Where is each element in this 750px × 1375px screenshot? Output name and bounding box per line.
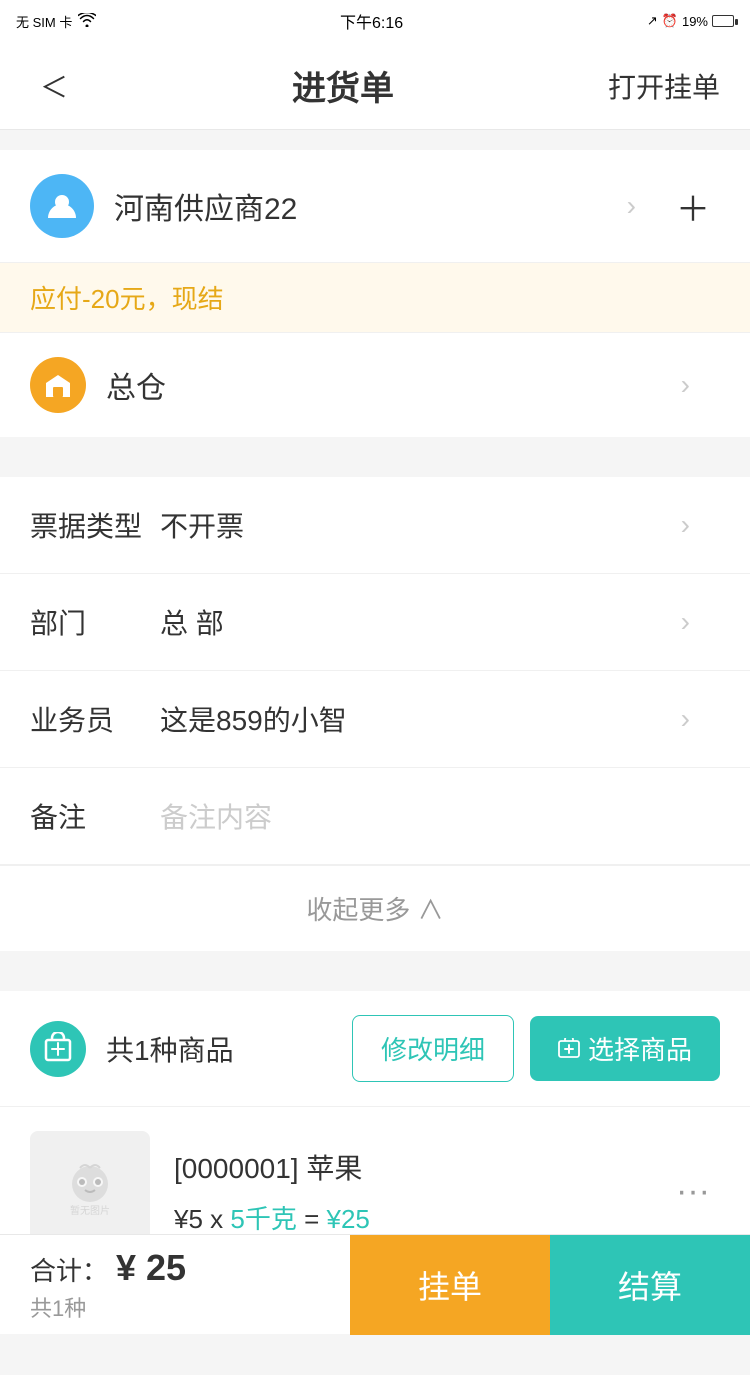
- status-bar: 无 SIM 卡 下午6:16 ↗ ⏰ 19%: [0, 0, 750, 42]
- supplier-chevron-icon: ›: [627, 190, 636, 222]
- hang-button[interactable]: 挂单: [350, 1235, 550, 1335]
- total-amount: ¥ 25: [116, 1247, 186, 1289]
- remark-row[interactable]: 备注 备注内容: [0, 768, 750, 865]
- svg-text:暂无图片: 暂无图片: [70, 1204, 110, 1217]
- supplier-section: 河南供应商22 › ＋ 应付-20元，现结 总仓 ›: [0, 150, 750, 437]
- alarm-icon: ⏰: [662, 13, 678, 29]
- form-section: 票据类型 不开票 › 部门 总 部 › 业务员 这是859的小智 › 备注 备注…: [0, 477, 750, 951]
- total-label: 合计：: [30, 1251, 108, 1288]
- checkout-button[interactable]: 结算: [550, 1235, 750, 1335]
- page-title: 进货单: [292, 61, 394, 110]
- page-content: 河南供应商22 › ＋ 应付-20元，现结 总仓 › 票据类型 不开票 › 部门…: [0, 130, 750, 1375]
- product-count-icon: [30, 1021, 86, 1077]
- total-count: 共1种: [30, 1291, 320, 1323]
- product-thumbnail: 暂无图片: [30, 1131, 150, 1251]
- section-gap-2: [0, 437, 750, 457]
- product-count-text: 共1种商品: [106, 1029, 352, 1069]
- location-icon: ↗: [647, 13, 658, 29]
- section-gap-1: [0, 130, 750, 150]
- total-line: 合计： ¥ 25: [30, 1247, 320, 1289]
- sales-value: 这是859的小智: [150, 699, 681, 739]
- nav-bar: ＜ 进货单 打开挂单: [0, 42, 750, 130]
- remark-label: 备注: [30, 796, 150, 836]
- warehouse-icon: [30, 357, 86, 413]
- sales-label: 业务员: [30, 699, 150, 739]
- product-unit-price: ¥5: [174, 1204, 203, 1234]
- sim-status: 无 SIM 卡: [16, 12, 72, 31]
- bottom-total: 合计： ¥ 25 共1种: [0, 1247, 350, 1323]
- product-header: 共1种商品 修改明细 选择商品: [0, 991, 750, 1107]
- dept-row[interactable]: 部门 总 部 ›: [0, 574, 750, 671]
- battery-percent: 19%: [682, 14, 708, 29]
- back-button[interactable]: ＜: [30, 56, 78, 116]
- invoice-value: 不开票: [150, 505, 681, 545]
- product-equals: =: [304, 1204, 326, 1234]
- sales-row[interactable]: 业务员 这是859的小智 ›: [0, 671, 750, 768]
- supplier-notice: 应付-20元，现结: [0, 263, 750, 332]
- product-section: 共1种商品 修改明细 选择商品: [0, 991, 750, 1275]
- wifi-icon: [78, 13, 96, 30]
- remark-input[interactable]: 备注内容: [150, 796, 720, 836]
- supplier-avatar: [30, 174, 94, 238]
- dept-chevron-icon: ›: [681, 606, 690, 638]
- add-button[interactable]: ＋: [666, 178, 720, 235]
- warehouse-name: 总仓: [106, 363, 681, 407]
- product-code: [0000001]: [174, 1153, 299, 1184]
- supplier-row[interactable]: 河南供应商22 › ＋: [0, 150, 750, 263]
- product-title: 苹果: [306, 1153, 362, 1184]
- warehouse-chevron-icon: ›: [681, 369, 690, 401]
- open-hang-button[interactable]: 打开挂单: [608, 66, 720, 106]
- product-quantity: 5千克: [230, 1204, 296, 1234]
- dept-value: 总 部: [150, 602, 681, 642]
- select-product-label: 选择商品: [588, 1030, 692, 1067]
- product-multiply: x: [210, 1204, 230, 1234]
- invoice-chevron-icon: ›: [681, 509, 690, 541]
- warehouse-row[interactable]: 总仓 ›: [0, 332, 750, 437]
- bottom-bar: 合计： ¥ 25 共1种 挂单 结算: [0, 1234, 750, 1334]
- dept-label: 部门: [30, 602, 150, 642]
- sales-chevron-icon: ›: [681, 703, 690, 735]
- status-right: ↗ ⏰ 19%: [647, 13, 734, 29]
- product-price-row: ¥5 x 5千克 = ¥25: [174, 1199, 666, 1236]
- invoice-row[interactable]: 票据类型 不开票 ›: [0, 477, 750, 574]
- product-name: [0000001] 苹果: [174, 1147, 666, 1187]
- status-left: 无 SIM 卡: [16, 12, 96, 31]
- product-info: [0000001] 苹果 ¥5 x 5千克 = ¥25: [174, 1147, 666, 1236]
- product-more-button[interactable]: ···: [666, 1162, 720, 1221]
- product-total: ¥25: [327, 1204, 370, 1234]
- status-time: 下午6:16: [340, 9, 403, 33]
- select-product-button[interactable]: 选择商品: [530, 1016, 720, 1081]
- collapse-bar[interactable]: 收起更多 ∧: [0, 865, 750, 951]
- invoice-label: 票据类型: [30, 505, 150, 545]
- battery-icon: [712, 15, 734, 27]
- edit-detail-button[interactable]: 修改明细: [352, 1015, 514, 1082]
- section-gap-3: [0, 951, 750, 971]
- supplier-name: 河南供应商22: [114, 184, 627, 228]
